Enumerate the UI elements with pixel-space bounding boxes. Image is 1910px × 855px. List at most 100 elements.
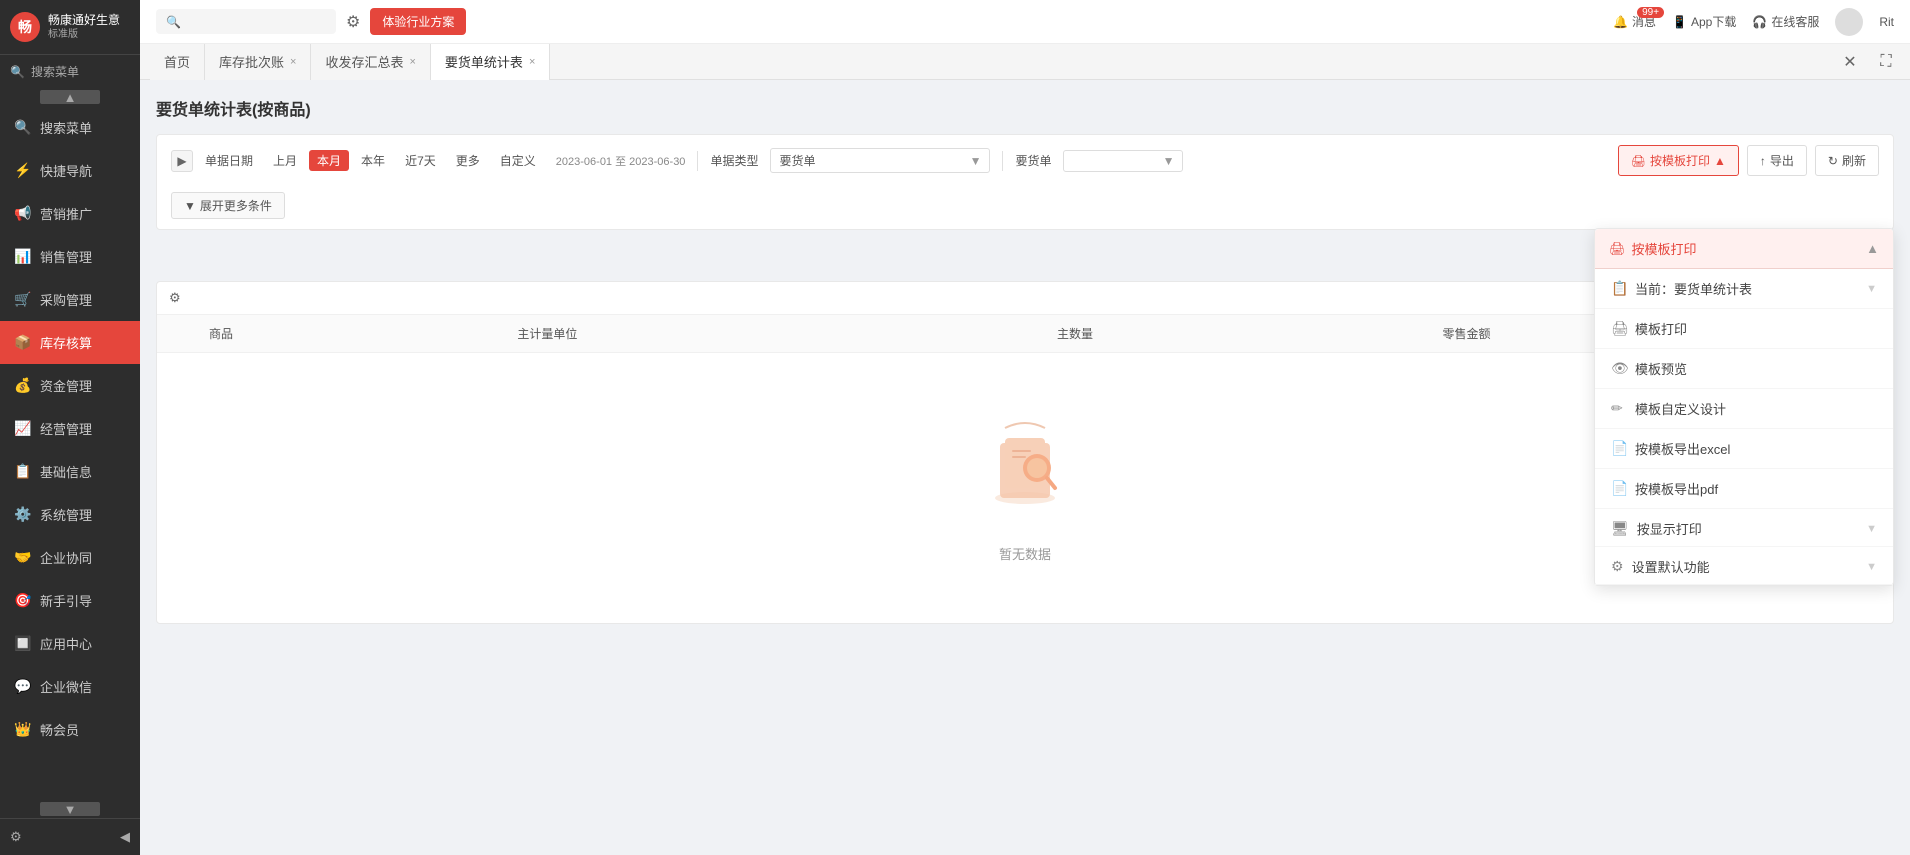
marketing-icon: 📢 bbox=[14, 205, 32, 223]
print-dropdown-panel: 🖨 按模板打印 ▲ 📋 当前：要货单统计表 ▼ 🖨 模板打印 👁 模板预览 bbox=[1594, 228, 1894, 586]
dropdown-item-template-preview[interactable]: 👁 模板预览 bbox=[1595, 349, 1893, 389]
collapse-icon[interactable]: ◀ bbox=[120, 829, 130, 845]
date-opt-this-month[interactable]: 本月 bbox=[309, 150, 349, 171]
current-template-item[interactable]: 📋 当前：要货单统计表 ▼ bbox=[1595, 269, 1893, 309]
tab-inventory-batch-close[interactable]: × bbox=[290, 56, 296, 68]
sidebar-item-basic[interactable]: 📋 基础信息 bbox=[0, 450, 140, 493]
system-icon: ⚙️ bbox=[14, 506, 32, 524]
col-goods: 商品 bbox=[197, 315, 505, 353]
operations-icon: 📈 bbox=[14, 420, 32, 438]
sidebar-item-app-center[interactable]: 🔲 应用中心 bbox=[0, 622, 140, 665]
sidebar-item-cooperation[interactable]: 🤝 企业协同 bbox=[0, 536, 140, 579]
tab-order-stats-close[interactable]: × bbox=[529, 56, 535, 68]
sidebar-item-purchase[interactable]: 🛒 采购管理 bbox=[0, 278, 140, 321]
export-icon: ↑ bbox=[1760, 154, 1766, 168]
experience-button[interactable]: 体验行业方案 bbox=[370, 8, 466, 35]
empty-text: 暂无数据 bbox=[999, 544, 1051, 563]
tab-expand-btn[interactable]: ⛶ bbox=[1872, 48, 1900, 76]
display-print-icon: 🖥 bbox=[1611, 520, 1629, 537]
username: Rit bbox=[1879, 15, 1894, 29]
sidebar-item-search[interactable]: 🔍 搜索菜单 bbox=[0, 106, 140, 149]
main-area: 🔍 ⚙ 体验行业方案 🔔 消息 99+ 📱 App下载 🎧 在线客服 Rit bbox=[140, 0, 1910, 855]
topbar-gear-icon[interactable]: ⚙ bbox=[346, 12, 360, 32]
sidebar-item-operations[interactable]: 📈 经营管理 bbox=[0, 407, 140, 450]
filter-collapse-btn[interactable]: ▶ bbox=[171, 150, 193, 172]
table-gear-icon[interactable]: ⚙ bbox=[169, 290, 181, 306]
expand-row: ▼ 展开更多条件 bbox=[171, 184, 1879, 219]
col-unit: 主计量单位 bbox=[505, 315, 1045, 353]
online-support-item[interactable]: 🎧 在线客服 bbox=[1752, 13, 1819, 30]
filter-divider-2 bbox=[1002, 151, 1003, 171]
template-current-icon: 📋 bbox=[1611, 280, 1627, 297]
date-opt-more[interactable]: 更多 bbox=[448, 150, 488, 171]
user-avatar[interactable] bbox=[1835, 8, 1863, 36]
sidebar: 畅 畅康通好生意 标准版 🔍 搜索菜单 ▲ 🔍 搜索菜单 ⚡ 快捷导航 📢 营销… bbox=[0, 0, 140, 855]
expand-conditions-btn[interactable]: ▼ 展开更多条件 bbox=[171, 192, 285, 219]
topbar-search-icon: 🔍 bbox=[166, 15, 181, 29]
notification-item[interactable]: 🔔 消息 99+ bbox=[1613, 13, 1656, 30]
inventory-icon: 📦 bbox=[14, 334, 32, 352]
goods-filter-label: 要货单 bbox=[1015, 152, 1051, 169]
date-opt-this-year[interactable]: 本年 bbox=[353, 150, 393, 171]
dropdown-item-export-pdf[interactable]: 📄 按模板导出pdf bbox=[1595, 469, 1893, 509]
logo-icon: 畅 bbox=[10, 12, 40, 42]
date-opt-custom[interactable]: 自定义 bbox=[492, 150, 544, 171]
tab-collection-summary[interactable]: 收发存汇总表 × bbox=[311, 44, 430, 80]
dropdown-up-arrow[interactable]: ▲ bbox=[1866, 241, 1879, 256]
dropdown-item-template-design[interactable]: ✏ 模板自定义设计 bbox=[1595, 389, 1893, 429]
print-up-arrow: ▲ bbox=[1714, 154, 1726, 168]
sidebar-footer: ⚙ ◀ bbox=[0, 818, 140, 855]
tab-home[interactable]: 首页 bbox=[150, 44, 205, 80]
scroll-up-btn[interactable]: ▲ bbox=[40, 90, 100, 104]
filter-row: ▶ 单据日期 上月 本月 本年 近7天 更多 自定义 2023-06-01 至 … bbox=[171, 145, 1879, 176]
export-pdf-icon: 📄 bbox=[1611, 480, 1627, 497]
scroll-down-btn[interactable]: ▼ bbox=[40, 802, 100, 816]
dropdown-header: 🖨 按模板打印 ▲ bbox=[1595, 229, 1893, 269]
tab-inventory-batch[interactable]: 库存批次账 × bbox=[205, 44, 311, 80]
quick-nav-icon: ⚡ bbox=[14, 162, 32, 180]
member-icon: 👑 bbox=[14, 721, 32, 739]
order-type-select[interactable]: 要货单 ▼ bbox=[770, 148, 990, 173]
filter-divider bbox=[697, 151, 698, 171]
sidebar-item-guide[interactable]: 🎯 新手引导 bbox=[0, 579, 140, 622]
basic-icon: 📋 bbox=[14, 463, 32, 481]
topbar-search[interactable]: 🔍 bbox=[156, 9, 336, 34]
default-function-arrow: ▼ bbox=[1866, 561, 1877, 573]
dropdown-item-default-function[interactable]: ⚙ 设置默认功能 ▼ bbox=[1595, 547, 1893, 585]
dropdown-item-template-print[interactable]: 🖨 模板打印 bbox=[1595, 309, 1893, 349]
sidebar-item-system[interactable]: ⚙️ 系统管理 bbox=[0, 493, 140, 536]
dropdown-item-display-print[interactable]: 🖥 按显示打印 ▼ bbox=[1595, 509, 1893, 547]
order-type-label: 单据类型 bbox=[710, 152, 758, 169]
export-btn[interactable]: ↑ 导出 bbox=[1747, 145, 1807, 176]
tab-close-btn[interactable]: ✕ bbox=[1836, 48, 1864, 76]
sidebar-item-quick-nav[interactable]: ⚡ 快捷导航 bbox=[0, 149, 140, 192]
content-area: 要货单统计表(按商品) ▶ 单据日期 上月 本月 本年 近7天 更多 自定义 2… bbox=[140, 80, 1910, 855]
settings-icon[interactable]: ⚙ bbox=[10, 829, 22, 845]
printer-header-icon: 🖨 bbox=[1609, 241, 1626, 257]
bell-icon: 🔔 bbox=[1613, 15, 1628, 29]
sidebar-item-marketing[interactable]: 📢 营销推广 bbox=[0, 192, 140, 235]
goods-filter-select[interactable]: ▼ bbox=[1063, 150, 1183, 172]
topbar: 🔍 ⚙ 体验行业方案 🔔 消息 99+ 📱 App下载 🎧 在线客服 Rit bbox=[140, 0, 1910, 44]
finance-icon: 💰 bbox=[14, 377, 32, 395]
refresh-btn[interactable]: ↻ 刷新 bbox=[1815, 145, 1879, 176]
select-arrow-icon: ▼ bbox=[970, 154, 982, 168]
sidebar-item-member[interactable]: 👑 畅会员 bbox=[0, 708, 140, 751]
goods-select-arrow: ▼ bbox=[1163, 154, 1175, 168]
sidebar-item-sales[interactable]: 📊 销售管理 bbox=[0, 235, 140, 278]
sidebar-item-finance[interactable]: 💰 资金管理 bbox=[0, 364, 140, 407]
guide-icon: 🎯 bbox=[14, 592, 32, 610]
date-opt-7days[interactable]: 近7天 bbox=[397, 150, 444, 171]
sidebar-search[interactable]: 🔍 搜索菜单 bbox=[0, 55, 140, 88]
tab-collection-summary-close[interactable]: × bbox=[409, 56, 415, 68]
printer-icon: 🖨 bbox=[1631, 154, 1646, 168]
sidebar-item-inventory[interactable]: 📦 库存核算 bbox=[0, 321, 140, 364]
page-title: 要货单统计表(按商品) bbox=[156, 96, 1894, 120]
date-label: 单据日期 bbox=[205, 152, 253, 169]
print-template-btn[interactable]: 🖨 按模板打印 ▲ bbox=[1618, 145, 1739, 176]
tab-order-stats[interactable]: 要货单统计表 × bbox=[431, 44, 550, 80]
sidebar-item-wechat[interactable]: 💬 企业微信 bbox=[0, 665, 140, 708]
date-opt-last-month[interactable]: 上月 bbox=[265, 150, 305, 171]
app-download-item[interactable]: 📱 App下载 bbox=[1672, 13, 1736, 30]
dropdown-item-export-excel[interactable]: 📄 按模板导出excel bbox=[1595, 429, 1893, 469]
